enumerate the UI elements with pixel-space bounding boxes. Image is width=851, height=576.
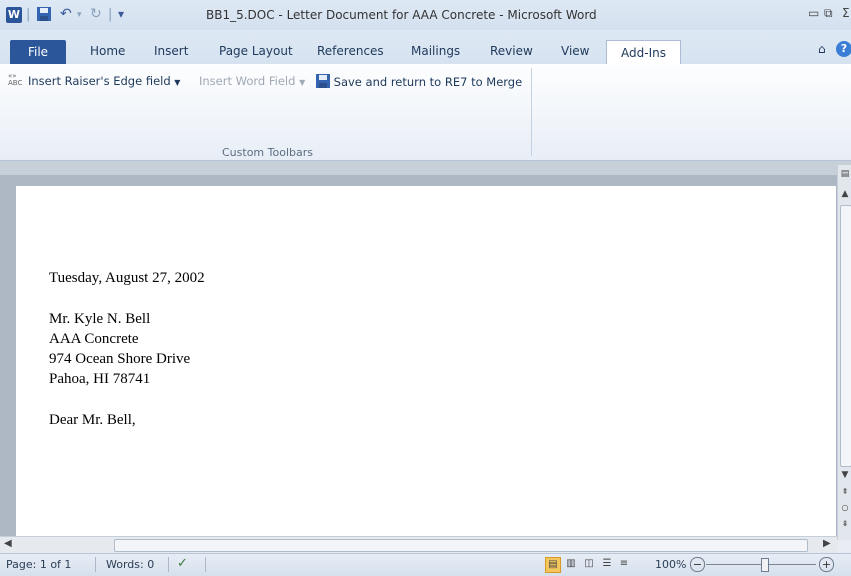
window-title: BB1_5.DOC - Letter Document for AAA Conc… [206, 8, 597, 22]
redo-icon[interactable]: ↻ [90, 6, 102, 22]
insert-word-field-label: Insert Word Field [199, 74, 296, 88]
zoom-in-button[interactable]: + [819, 557, 834, 572]
letter-date: Tuesday, August 27, 2002 [49, 270, 205, 286]
tab-file[interactable]: File [10, 40, 66, 64]
vertical-scrollbar[interactable]: ▤ ▲ ▼ ⇞ ○ ⇟ [837, 165, 851, 540]
qat-separator: | [108, 7, 113, 22]
print-layout-icon[interactable]: ▤ [545, 557, 561, 573]
tab-references[interactable]: References [317, 44, 384, 58]
qat-separator: | [26, 7, 31, 22]
scroll-thumb[interactable] [114, 539, 808, 552]
draft-icon[interactable]: ≡ [617, 557, 631, 571]
customize-qat-icon[interactable]: ▾ [118, 7, 124, 21]
chevron-down-icon: ▼ [299, 78, 306, 87]
page-count[interactable]: Page: 1 of 1 [6, 558, 71, 571]
chevron-down-icon[interactable]: ▾ [77, 10, 82, 20]
minimize-ribbon-icon[interactable]: ▭ [808, 6, 819, 20]
letter-street: 974 Ocean Shore Drive [49, 351, 191, 367]
save-icon[interactable] [36, 6, 52, 26]
chevron-down-icon: ▼ [174, 78, 181, 87]
letter-company: AAA Concrete [49, 331, 139, 347]
group-label: Custom Toolbars [222, 146, 313, 159]
tab-review[interactable]: Review [490, 44, 533, 58]
zoom-level[interactable]: 100% [655, 558, 686, 571]
save-return-merge-button[interactable]: Save and return to RE7 to Merge [316, 74, 522, 89]
tab-page-layout[interactable]: Page Layout [219, 44, 293, 58]
tab-view[interactable]: View [561, 44, 589, 58]
ribbon-tabs: File Home Insert Page Layout References … [0, 30, 851, 65]
undo-icon[interactable]: ↶ [60, 6, 72, 22]
previous-page-icon[interactable]: ⇞ [838, 485, 851, 499]
save-icon [316, 74, 330, 88]
ribbon-panel: «» ABC Insert Raiser's Edge field ▼ Inse… [0, 64, 851, 161]
help-icon[interactable]: ? [836, 41, 851, 57]
scroll-up-icon[interactable]: ▲ [838, 187, 851, 201]
web-layout-icon[interactable]: ◫ [582, 557, 596, 571]
document-page[interactable]: Tuesday, August 27, 2002 Mr. Kyle N. Bel… [16, 186, 836, 536]
next-page-icon[interactable]: ⇟ [838, 517, 851, 531]
status-bar: Page: 1 of 1 Words: 0 ✓ ▤ ▥ ◫ ☰ ≡ 100% −… [0, 553, 851, 576]
tab-add-ins[interactable]: Add-Ins [606, 40, 681, 65]
word-icon[interactable]: W [6, 7, 22, 23]
tab-insert[interactable]: Insert [154, 44, 188, 58]
select-browse-object-icon[interactable]: ○ [838, 501, 851, 515]
zoom-out-button[interactable]: − [690, 557, 705, 572]
merge-field-icon: «» ABC [8, 72, 23, 87]
outline-icon[interactable]: ☰ [600, 557, 614, 571]
word-count[interactable]: Words: 0 [106, 558, 154, 571]
ruler-toggle-icon[interactable]: ▤ [838, 167, 851, 181]
insert-raisers-edge-label: Insert Raiser's Edge field [28, 74, 171, 88]
insert-raisers-edge-field-button[interactable]: Insert Raiser's Edge field ▼ [28, 74, 180, 88]
horizontal-scrollbar[interactable]: ◀ ▶ [0, 536, 837, 553]
proofing-icon[interactable]: ✓ [177, 556, 188, 571]
group-divider [531, 68, 532, 156]
tab-mailings[interactable]: Mailings [411, 44, 460, 58]
scroll-thumb[interactable] [840, 205, 851, 467]
insert-word-field-button[interactable]: Insert Word Field ▼ [199, 74, 305, 88]
title-bar: W | ↶ ▾ ↻ | ▾ BB1_5.DOC - Letter Documen… [0, 0, 851, 30]
save-return-label: Save and return to RE7 to Merge [333, 75, 523, 89]
scroll-right-icon[interactable]: ▶ [823, 538, 831, 549]
tab-home[interactable]: Home [90, 44, 125, 58]
letter-recipient-name: Mr. Kyle N. Bell [49, 311, 151, 327]
restore-icon[interactable]: ⧉ [824, 6, 833, 21]
scroll-left-icon[interactable]: ◀ [4, 538, 12, 549]
scroll-down-icon[interactable]: ▼ [838, 468, 851, 482]
letter-salutation: Dear Mr. Bell, [49, 412, 136, 428]
full-screen-reading-icon[interactable]: ▥ [564, 557, 578, 571]
status-divider [168, 557, 169, 572]
zoom-slider-thumb[interactable] [761, 558, 769, 572]
letter-city: Pahoa, HI 78741 [49, 371, 151, 387]
close-icon[interactable]: Σ [842, 6, 850, 20]
minimize-ribbon-icon[interactable]: ⌂ [818, 42, 826, 56]
status-divider [95, 557, 96, 572]
status-divider [205, 557, 206, 572]
